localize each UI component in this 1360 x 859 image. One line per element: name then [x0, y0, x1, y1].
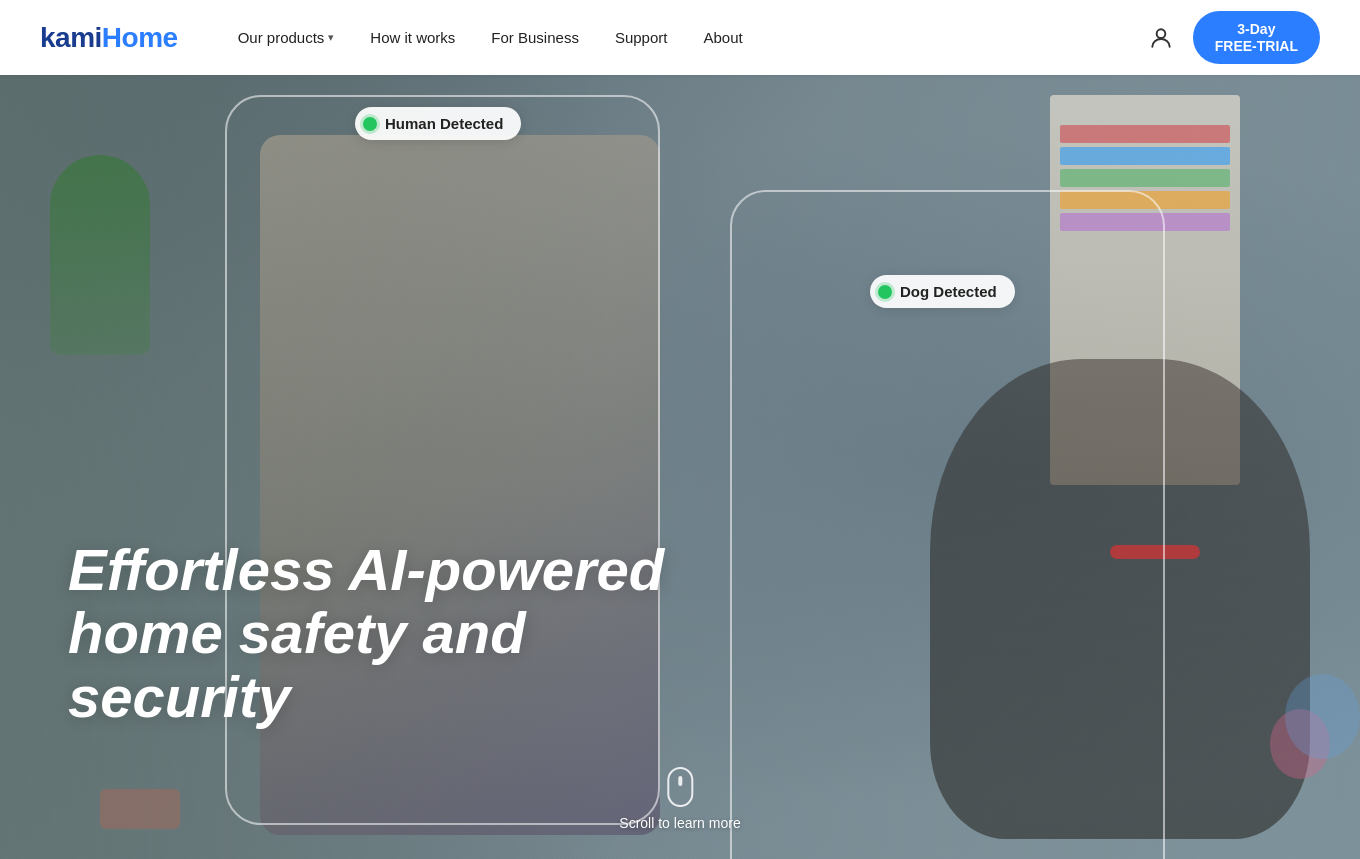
hero-headline: Effortless AI-powered home safety and se…	[68, 538, 748, 729]
chevron-down-icon: ▾	[328, 31, 334, 44]
svg-point-0	[1156, 29, 1165, 38]
dog-silhouette	[930, 359, 1310, 839]
scroll-wheel	[678, 776, 682, 786]
balloon	[1285, 674, 1360, 759]
dog-detection-label: Dog Detected	[900, 283, 997, 300]
book	[1060, 191, 1230, 209]
scroll-label: Scroll to learn more	[619, 815, 740, 831]
detection-indicator	[878, 285, 892, 299]
navbar: kamiHome Our products ▾ How it works For…	[0, 0, 1360, 75]
nav-links: Our products ▾ How it works For Business…	[238, 29, 1145, 46]
scroll-mouse-icon	[667, 767, 693, 807]
plant-decoration	[50, 155, 150, 355]
child-figure	[260, 135, 660, 835]
nav-link-our-products[interactable]: Our products ▾	[238, 29, 335, 46]
nav-link-about[interactable]: About	[703, 29, 742, 46]
detection-indicator	[363, 117, 377, 131]
floor-toy	[100, 789, 180, 829]
hero-left-scene	[0, 75, 680, 859]
book	[1060, 213, 1230, 231]
logo-kami: kami	[40, 22, 102, 54]
nav-link-how-it-works[interactable]: How it works	[370, 29, 455, 46]
dog-detection-badge: Dog Detected	[870, 275, 1015, 308]
book	[1060, 147, 1230, 165]
hero-right-scene	[680, 75, 1360, 859]
human-detection-label: Human Detected	[385, 115, 503, 132]
scroll-hint: Scroll to learn more	[619, 767, 740, 831]
nav-right: 3-Day FREE-TRIAL	[1145, 11, 1320, 65]
free-trial-button[interactable]: 3-Day FREE-TRIAL	[1193, 11, 1320, 65]
user-account-icon[interactable]	[1145, 22, 1177, 54]
book	[1060, 169, 1230, 187]
logo-home: Home	[102, 22, 178, 54]
logo[interactable]: kamiHome	[40, 22, 178, 54]
nav-link-support[interactable]: Support	[615, 29, 668, 46]
hero-section: Human Detected Dog Detected Effortless A…	[0, 75, 1360, 859]
human-detection-badge: Human Detected	[355, 107, 521, 140]
book	[1060, 125, 1230, 143]
nav-link-for-business[interactable]: For Business	[491, 29, 579, 46]
dog-collar	[1110, 545, 1200, 559]
